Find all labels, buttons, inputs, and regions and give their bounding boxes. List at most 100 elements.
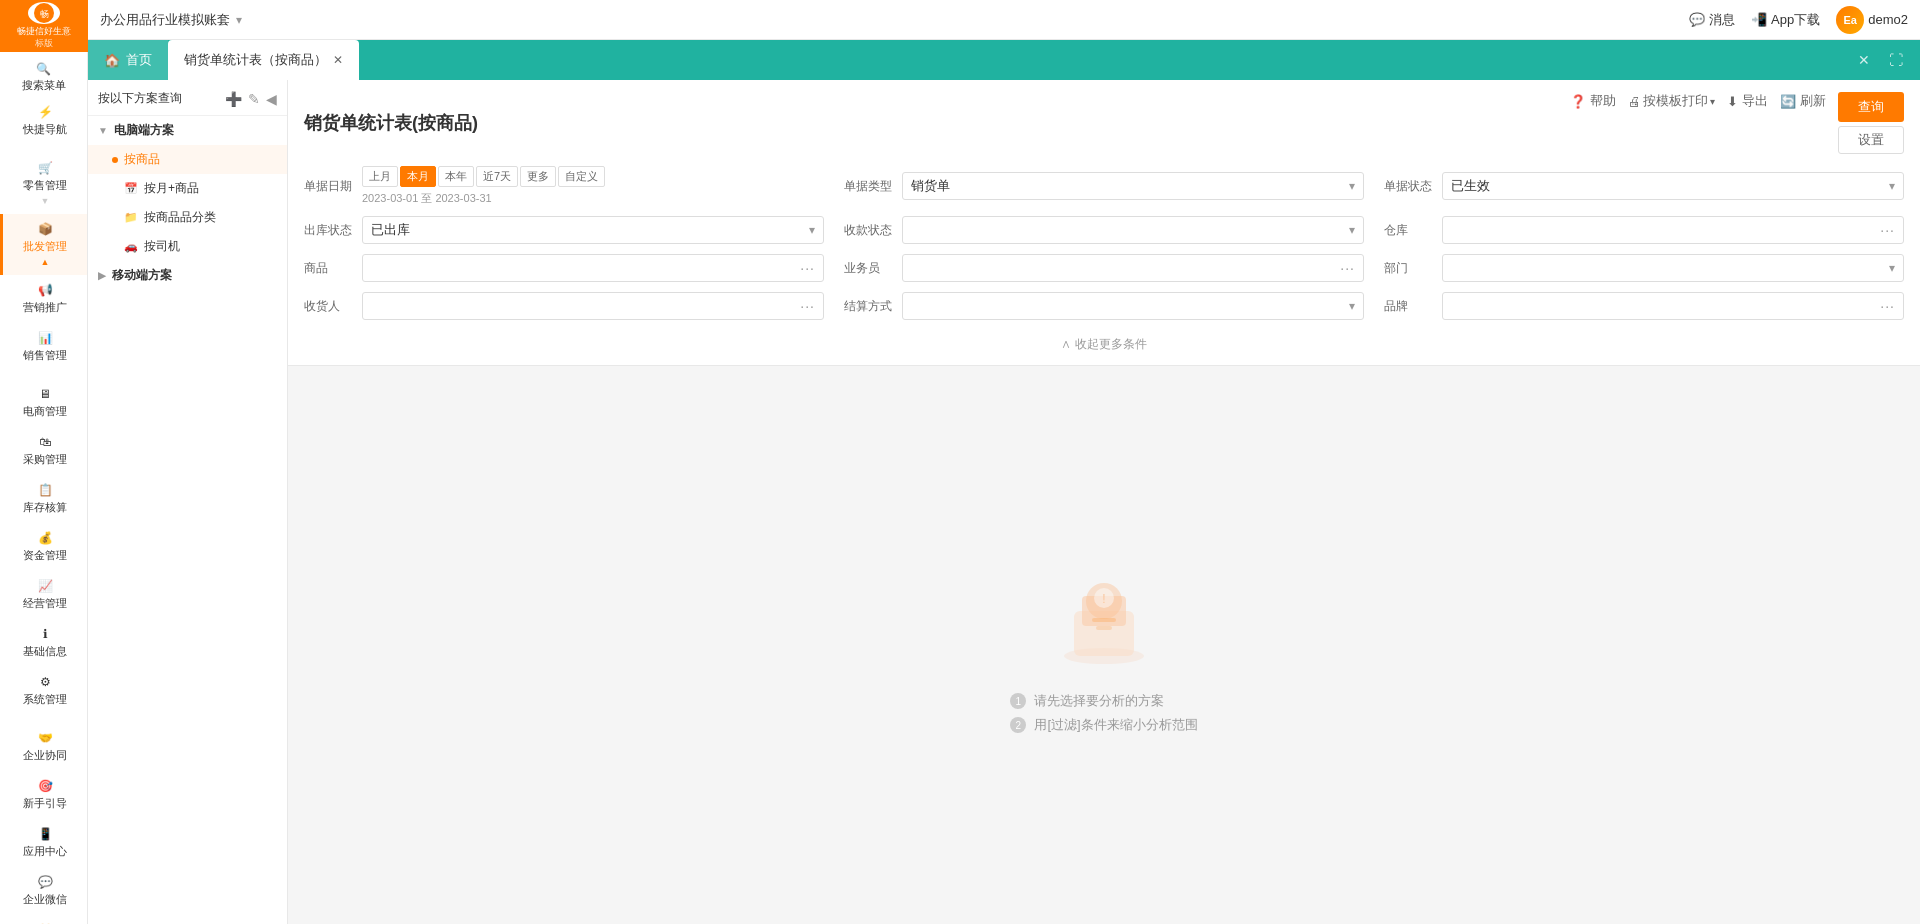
sales-label: 销售管理 bbox=[23, 348, 67, 363]
app-download-button[interactable]: 📲 App下载 bbox=[1751, 11, 1820, 29]
purchase-icon: 🛍 bbox=[39, 435, 51, 449]
tab-report[interactable]: 销货单统计表（按商品） ✕ bbox=[168, 40, 359, 80]
message-button[interactable]: 💬 消息 bbox=[1689, 11, 1735, 29]
empty-tips: 1 请先选择要分析的方案 2 用[过滤]条件来缩小分析范围 bbox=[1010, 692, 1197, 734]
warehouse-dots-icon: ··· bbox=[1880, 222, 1895, 238]
sales-icon: 📊 bbox=[38, 331, 53, 345]
sidebar-item-guide[interactable]: 🎯 新手引导 bbox=[0, 771, 87, 819]
export-label: 导出 bbox=[1742, 92, 1768, 110]
sidebar-item-marketing[interactable]: 📢 营销推广 bbox=[0, 275, 87, 323]
avatar-initials: Ea bbox=[1844, 14, 1857, 26]
tree-item-driver[interactable]: 🚗 按司机 bbox=[88, 232, 287, 261]
svg-text:畅: 畅 bbox=[39, 9, 48, 19]
sidebar-item-quicknav[interactable]: ⚡ 快捷导航 bbox=[0, 97, 87, 145]
dept-select[interactable]: ▾ bbox=[1442, 254, 1904, 282]
warehouse-input[interactable]: ··· bbox=[1442, 216, 1904, 244]
date-btn-custom[interactable]: 自定义 bbox=[558, 166, 605, 187]
outstatus-select[interactable]: 已出库 ▾ bbox=[362, 216, 824, 244]
system-label: 系统管理 bbox=[23, 692, 67, 707]
tree-item-goods-category[interactable]: 📁 按商品品分类 bbox=[88, 203, 287, 232]
month-goods-icon: 📅 bbox=[124, 182, 138, 195]
app-logo: 畅 畅捷信好生意 标版 bbox=[0, 0, 88, 52]
sidebar-item-appstore[interactable]: 📱 应用中心 bbox=[0, 819, 87, 867]
payment-label: 结算方式 bbox=[844, 298, 894, 315]
sidebar-search[interactable]: 🔍 搜索菜单 bbox=[0, 52, 87, 97]
wholesale-label: 批发管理 bbox=[23, 239, 67, 254]
help-button[interactable]: ❓ 帮助 bbox=[1570, 92, 1616, 110]
active-dot-icon bbox=[112, 157, 118, 163]
goods-category-label: 按商品品分类 bbox=[144, 209, 216, 226]
pc-group-label: 电脑端方案 bbox=[114, 122, 174, 139]
tree-item-by-goods[interactable]: 按商品 bbox=[88, 145, 287, 174]
sidebar-item-retail[interactable]: 🛒 零售管理 ▼ bbox=[0, 153, 87, 214]
help-icon: ❓ bbox=[1570, 94, 1586, 109]
query-button[interactable]: 查询 bbox=[1838, 92, 1904, 122]
settings-button[interactable]: 设置 bbox=[1838, 126, 1904, 154]
user-menu[interactable]: Ea demo2 bbox=[1836, 6, 1908, 34]
collapse-label: 收起更多条件 bbox=[1075, 337, 1147, 351]
sidebar-item-wechat[interactable]: 💬 企业微信 bbox=[0, 867, 87, 915]
sidebar-item-ecommerce[interactable]: 🖥 电商管理 bbox=[0, 379, 87, 427]
goods-input[interactable]: ··· bbox=[362, 254, 824, 282]
docstatus-select[interactable]: 已生效 ▾ bbox=[1442, 172, 1904, 200]
doctype-select[interactable]: 销货单 ▾ bbox=[902, 172, 1364, 200]
page-title: 销货单统计表(按商品) bbox=[304, 111, 478, 135]
tip-num-1: 1 bbox=[1010, 693, 1026, 709]
search-icon: 🔍 bbox=[36, 62, 51, 76]
edit-scheme-button[interactable]: ✎ bbox=[248, 91, 260, 107]
topbar-actions: 💬 消息 📲 App下载 Ea demo2 bbox=[1689, 6, 1908, 34]
sidebar-item-basics[interactable]: ℹ 基础信息 bbox=[0, 619, 87, 667]
tab-maximize-button[interactable]: ⛶ bbox=[1884, 48, 1908, 72]
filter-date-field: 单据日期 上月 本月 本年 近7天 更多 自定义 2023-03-01 至 20… bbox=[304, 166, 824, 206]
receiver-input[interactable]: ··· bbox=[362, 292, 824, 320]
filter-collectstatus-field: 收款状态 ▾ bbox=[844, 216, 1364, 244]
sidebar-item-finance[interactable]: 💰 资金管理 bbox=[0, 523, 87, 571]
filter-section: 销货单统计表(按商品) ❓ 帮助 🖨 按模板打印 ▾ bbox=[288, 80, 1920, 366]
date-btn-lastmonth[interactable]: 上月 bbox=[362, 166, 398, 187]
tab-minimize-button[interactable]: ✕ bbox=[1852, 48, 1876, 72]
quicknav-icon: ⚡ bbox=[38, 105, 53, 119]
sidebar-item-operations[interactable]: 📈 经营管理 bbox=[0, 571, 87, 619]
sidebar-item-inventory[interactable]: 📋 库存核算 bbox=[0, 475, 87, 523]
quicknav-label: 快捷导航 bbox=[23, 122, 67, 137]
collectstatus-select[interactable]: ▾ bbox=[902, 216, 1364, 244]
docstatus-value: 已生效 bbox=[1451, 177, 1490, 195]
payment-select[interactable]: ▾ bbox=[902, 292, 1364, 320]
print-button[interactable]: 🖨 按模板打印 ▾ bbox=[1628, 92, 1715, 110]
operations-label: 经营管理 bbox=[23, 596, 67, 611]
staff-input[interactable]: ··· bbox=[902, 254, 1364, 282]
finance-icon: 💰 bbox=[38, 531, 53, 545]
sidebar-item-member[interactable]: 👑 畅会员 bbox=[0, 915, 87, 924]
receiver-dots-icon: ··· bbox=[800, 298, 815, 314]
refresh-button[interactable]: 🔄 刷新 bbox=[1780, 92, 1826, 110]
sidebar-item-purchase[interactable]: 🛍 采购管理 bbox=[0, 427, 87, 475]
brand-label: 品牌 bbox=[1384, 298, 1434, 315]
tree-item-month-goods[interactable]: 📅 按月+商品 bbox=[88, 174, 287, 203]
sidebar-item-system[interactable]: ⚙ 系统管理 bbox=[0, 667, 87, 715]
message-label: 消息 bbox=[1709, 11, 1735, 29]
date-btn-7days[interactable]: 近7天 bbox=[476, 166, 518, 187]
collapse-more-button[interactable]: ∧ 收起更多条件 bbox=[304, 330, 1904, 353]
add-scheme-button[interactable]: ➕ bbox=[225, 91, 242, 107]
sidebar-item-enterprise[interactable]: 🤝 企业协同 bbox=[0, 723, 87, 771]
tree-group-pc[interactable]: ▼ 电脑端方案 bbox=[88, 116, 287, 145]
tab-home-icon: 🏠 bbox=[104, 53, 120, 68]
tree-group-mobile[interactable]: ▶ 移动端方案 bbox=[88, 261, 287, 290]
sidebar-item-wholesale[interactable]: 📦 批发管理 ▲ bbox=[0, 214, 87, 275]
tab-home[interactable]: 🏠 首页 bbox=[88, 40, 168, 80]
print-label: 按模板打印 bbox=[1643, 92, 1708, 110]
date-btn-more[interactable]: 更多 bbox=[520, 166, 556, 187]
date-btn-thismonth[interactable]: 本月 bbox=[400, 166, 436, 187]
filter-receiver-field: 收货人 ··· bbox=[304, 292, 824, 320]
guide-label: 新手引导 bbox=[23, 796, 67, 811]
left-panel: 按以下方案查询 ➕ ✎ ◀ ▼ 电脑端方案 按商品 📅 按月+商品 bbox=[88, 80, 288, 924]
brand-input[interactable]: ··· bbox=[1442, 292, 1904, 320]
page-actions: ❓ 帮助 🖨 按模板打印 ▾ ⬇ 导出 bbox=[1570, 92, 1904, 154]
tab-close-icon[interactable]: ✕ bbox=[333, 53, 343, 67]
export-button[interactable]: ⬇ 导出 bbox=[1727, 92, 1768, 110]
doctype-value: 销货单 bbox=[911, 177, 950, 195]
date-btn-thisyear[interactable]: 本年 bbox=[438, 166, 474, 187]
sidebar-item-sales[interactable]: 📊 销售管理 bbox=[0, 323, 87, 371]
collapse-panel-button[interactable]: ◀ bbox=[266, 91, 277, 107]
topbar: 办公用品行业模拟账套 ▾ 💬 消息 📲 App下载 Ea demo2 bbox=[88, 0, 1920, 40]
